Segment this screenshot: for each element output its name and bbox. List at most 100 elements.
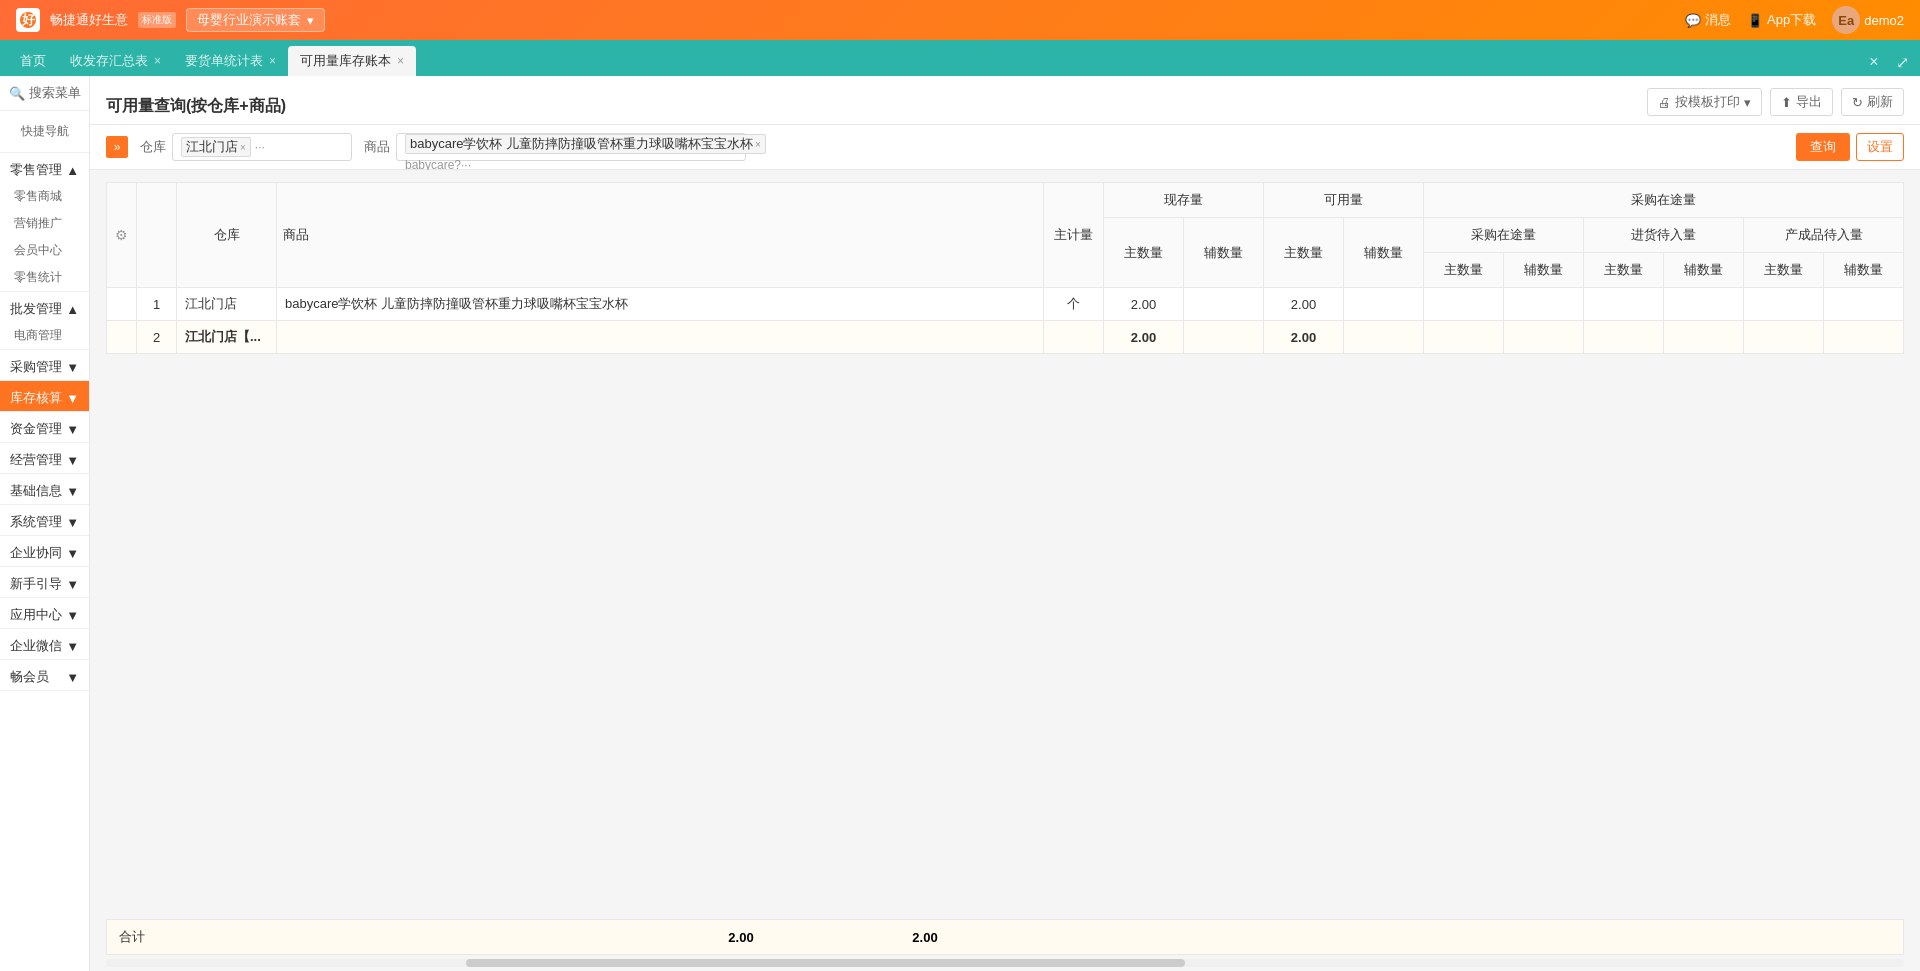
sidebar-item-ecommerce[interactable]: 电商管理 xyxy=(0,322,89,349)
corp-toggle-icon: ▼ xyxy=(66,546,79,561)
td-purchase-main-2 xyxy=(1424,321,1504,354)
template-badge: 标准版 xyxy=(138,12,176,28)
tab-close-available-stock[interactable]: × xyxy=(397,55,404,67)
footer-total-area: 2.00 2.00 xyxy=(199,930,1891,945)
footer-available-main: 2.00 xyxy=(885,930,965,945)
basic-label: 基础信息 xyxy=(10,482,62,500)
query-btn[interactable]: 查询 xyxy=(1796,133,1850,161)
warehouse-filter: 仓库 江北门店 × ··· xyxy=(140,133,352,161)
app-logo: 好 xyxy=(16,8,40,32)
content-area: 可用量查询(按仓库+商品) 🖨 按模板打印 ▾ ⬆ 导出 ↻ 刷新 » xyxy=(90,76,1920,971)
tab-close-receive-summary[interactable]: × xyxy=(154,55,161,67)
sidebar-section-header-corp[interactable]: 企业协同 ▼ xyxy=(0,536,89,566)
sidebar-section-inventory: 库存核算 ▼ xyxy=(0,381,89,412)
sidebar-item-members[interactable]: 会员中心 xyxy=(0,237,89,264)
close-tabs-btn[interactable]: × xyxy=(1864,52,1884,72)
sidebar-section-header-wholesale[interactable]: 批发管理 ▲ xyxy=(0,292,89,322)
warehouse-input[interactable]: 江北门店 × ··· xyxy=(172,133,352,161)
sidebar-section-header-apps[interactable]: 应用中心 ▼ xyxy=(0,598,89,628)
sidebar-section-header-system[interactable]: 系统管理 ▼ xyxy=(0,505,89,535)
tab-home[interactable]: 首页 xyxy=(8,46,58,76)
td-unit-2 xyxy=(1044,321,1104,354)
operations-label: 经营管理 xyxy=(10,451,62,469)
member-label: 畅会员 xyxy=(10,668,49,686)
message-label: 消息 xyxy=(1705,11,1731,29)
sidebar-section-retail: 零售管理 ▲ 零售商城 营销推广 会员中心 零售统计 xyxy=(0,153,89,292)
filter-expand-btn[interactable]: » xyxy=(106,136,128,158)
purchase-toggle-icon: ▼ xyxy=(66,360,79,375)
apps-label: 应用中心 xyxy=(10,606,62,624)
sidebar-section-header-inventory[interactable]: 库存核算 ▼ xyxy=(0,381,89,411)
corp-label: 企业协同 xyxy=(10,544,62,562)
th-available-main: 主数量 xyxy=(1264,218,1344,288)
wechat-toggle-icon: ▼ xyxy=(66,639,79,654)
td-incoming-aux-1 xyxy=(1664,288,1744,321)
warehouse-ellipsis[interactable]: ··· xyxy=(255,140,265,154)
sidebar-item-marketing[interactable]: 营销推广 xyxy=(0,210,89,237)
user-profile[interactable]: Ea demo2 xyxy=(1832,6,1904,34)
tab-bar: 首页 收发存汇总表 × 要货单统计表 × 可用量库存账本 × × ⤢ xyxy=(0,40,1920,76)
sidebar-section-header-member[interactable]: 畅会员 ▼ xyxy=(0,660,89,690)
system-toggle-icon: ▼ xyxy=(66,515,79,530)
export-icon: ⬆ xyxy=(1781,95,1792,110)
sidebar-quick-nav: 快捷导航 xyxy=(0,111,89,153)
td-seq-1: 1 xyxy=(137,288,177,321)
settings-btn[interactable]: 设置 xyxy=(1856,133,1904,161)
industry-selector[interactable]: 母婴行业演示账套 ▾ xyxy=(186,8,325,32)
td-settings-1 xyxy=(107,288,137,321)
sidebar-section-header-purchase[interactable]: 采购管理 ▼ xyxy=(0,350,89,380)
tab-close-order-stats[interactable]: × xyxy=(269,55,276,67)
member-toggle-icon: ▼ xyxy=(66,670,79,685)
table-container: ⚙ 仓库 商品 主计量 现存量 可用量 采购在途量 主数量 辅数量 主数量 xyxy=(90,170,1920,919)
app-download-label: App下载 xyxy=(1767,11,1816,29)
sidebar-section-header-guide[interactable]: 新手引导 ▼ xyxy=(0,567,89,597)
th-production-aux: 辅数量 xyxy=(1824,253,1904,288)
sidebar-item-retail-stats[interactable]: 零售统计 xyxy=(0,264,89,291)
product-tag-close[interactable]: × xyxy=(755,139,761,150)
message-btn[interactable]: 💬 消息 xyxy=(1685,11,1731,29)
tab-available-stock[interactable]: 可用量库存账本 × xyxy=(288,46,416,76)
scroll-thumb[interactable] xyxy=(466,959,1185,967)
inventory-label: 库存核算 xyxy=(10,389,62,407)
guide-label: 新手引导 xyxy=(10,575,62,593)
table-row: 1 江北门店 babycare学饮杯 儿童防摔防撞吸管杯重力球吸嘴杯宝宝水杯 个… xyxy=(107,288,1904,321)
apps-toggle-icon: ▼ xyxy=(66,608,79,623)
export-btn[interactable]: ⬆ 导出 xyxy=(1770,88,1833,116)
system-label: 系统管理 xyxy=(10,513,62,531)
th-purchase-transit: 采购在途量 xyxy=(1424,218,1584,253)
product-input[interactable]: babycare学饮杯 儿童防摔防撞吸管杯重力球吸嘴杯宝宝水杯 × babyca… xyxy=(396,133,746,161)
warehouse-tag-close[interactable]: × xyxy=(240,142,246,153)
sidebar-section-header-operations[interactable]: 经营管理 ▼ xyxy=(0,443,89,473)
td-available-aux-2 xyxy=(1344,321,1424,354)
tab-receive-summary[interactable]: 收发存汇总表 × xyxy=(58,46,173,76)
th-purchase-main: 主数量 xyxy=(1424,253,1504,288)
guide-toggle-icon: ▼ xyxy=(66,577,79,592)
product-filter: 商品 babycare学饮杯 儿童防摔防撞吸管杯重力球吸嘴杯宝宝水杯 × bab… xyxy=(364,133,746,161)
td-production-main-1 xyxy=(1744,288,1824,321)
th-available: 可用量 xyxy=(1264,183,1424,218)
horizontal-scrollbar[interactable] xyxy=(106,959,1904,967)
td-warehouse-1: 江北门店 xyxy=(177,288,277,321)
td-purchase-main-1 xyxy=(1424,288,1504,321)
th-purchase-aux: 辅数量 xyxy=(1504,253,1584,288)
search-menu-btn[interactable]: 🔍 搜索菜单 xyxy=(6,84,83,102)
expand-tabs-btn[interactable]: ⤢ xyxy=(1892,52,1912,72)
sidebar-section-header-retail[interactable]: 零售管理 ▲ xyxy=(0,153,89,183)
td-product-2 xyxy=(277,321,1044,354)
sidebar-item-retail-mall[interactable]: 零售商城 xyxy=(0,183,89,210)
tab-order-stats[interactable]: 要货单统计表 × xyxy=(173,46,288,76)
sidebar-section-header-finance[interactable]: 资金管理 ▼ xyxy=(0,412,89,442)
td-current-aux-1 xyxy=(1184,288,1264,321)
app-download-btn[interactable]: 📱 App下载 xyxy=(1747,11,1816,29)
avatar-initials: Ea xyxy=(1838,13,1854,28)
refresh-btn[interactable]: ↻ 刷新 xyxy=(1841,88,1904,116)
sidebar-item-quick-nav[interactable]: 快捷导航 xyxy=(0,117,89,146)
product-tag: babycare学饮杯 儿童防摔防撞吸管杯重力球吸嘴杯宝宝水杯 × xyxy=(405,134,766,154)
sidebar-section-header-basic[interactable]: 基础信息 ▼ xyxy=(0,474,89,504)
template-print-btn[interactable]: 🖨 按模板打印 ▾ xyxy=(1647,88,1762,116)
sidebar-section-header-wechat[interactable]: 企业微信 ▼ xyxy=(0,629,89,659)
page-header-actions: 🖨 按模板打印 ▾ ⬆ 导出 ↻ 刷新 xyxy=(1647,88,1904,124)
gear-icon[interactable]: ⚙ xyxy=(115,227,128,243)
refresh-icon: ↻ xyxy=(1852,95,1863,110)
filter-bar: » 仓库 江北门店 × ··· 商品 babycare学饮杯 儿童防摔防撞吸管杯… xyxy=(90,125,1920,170)
